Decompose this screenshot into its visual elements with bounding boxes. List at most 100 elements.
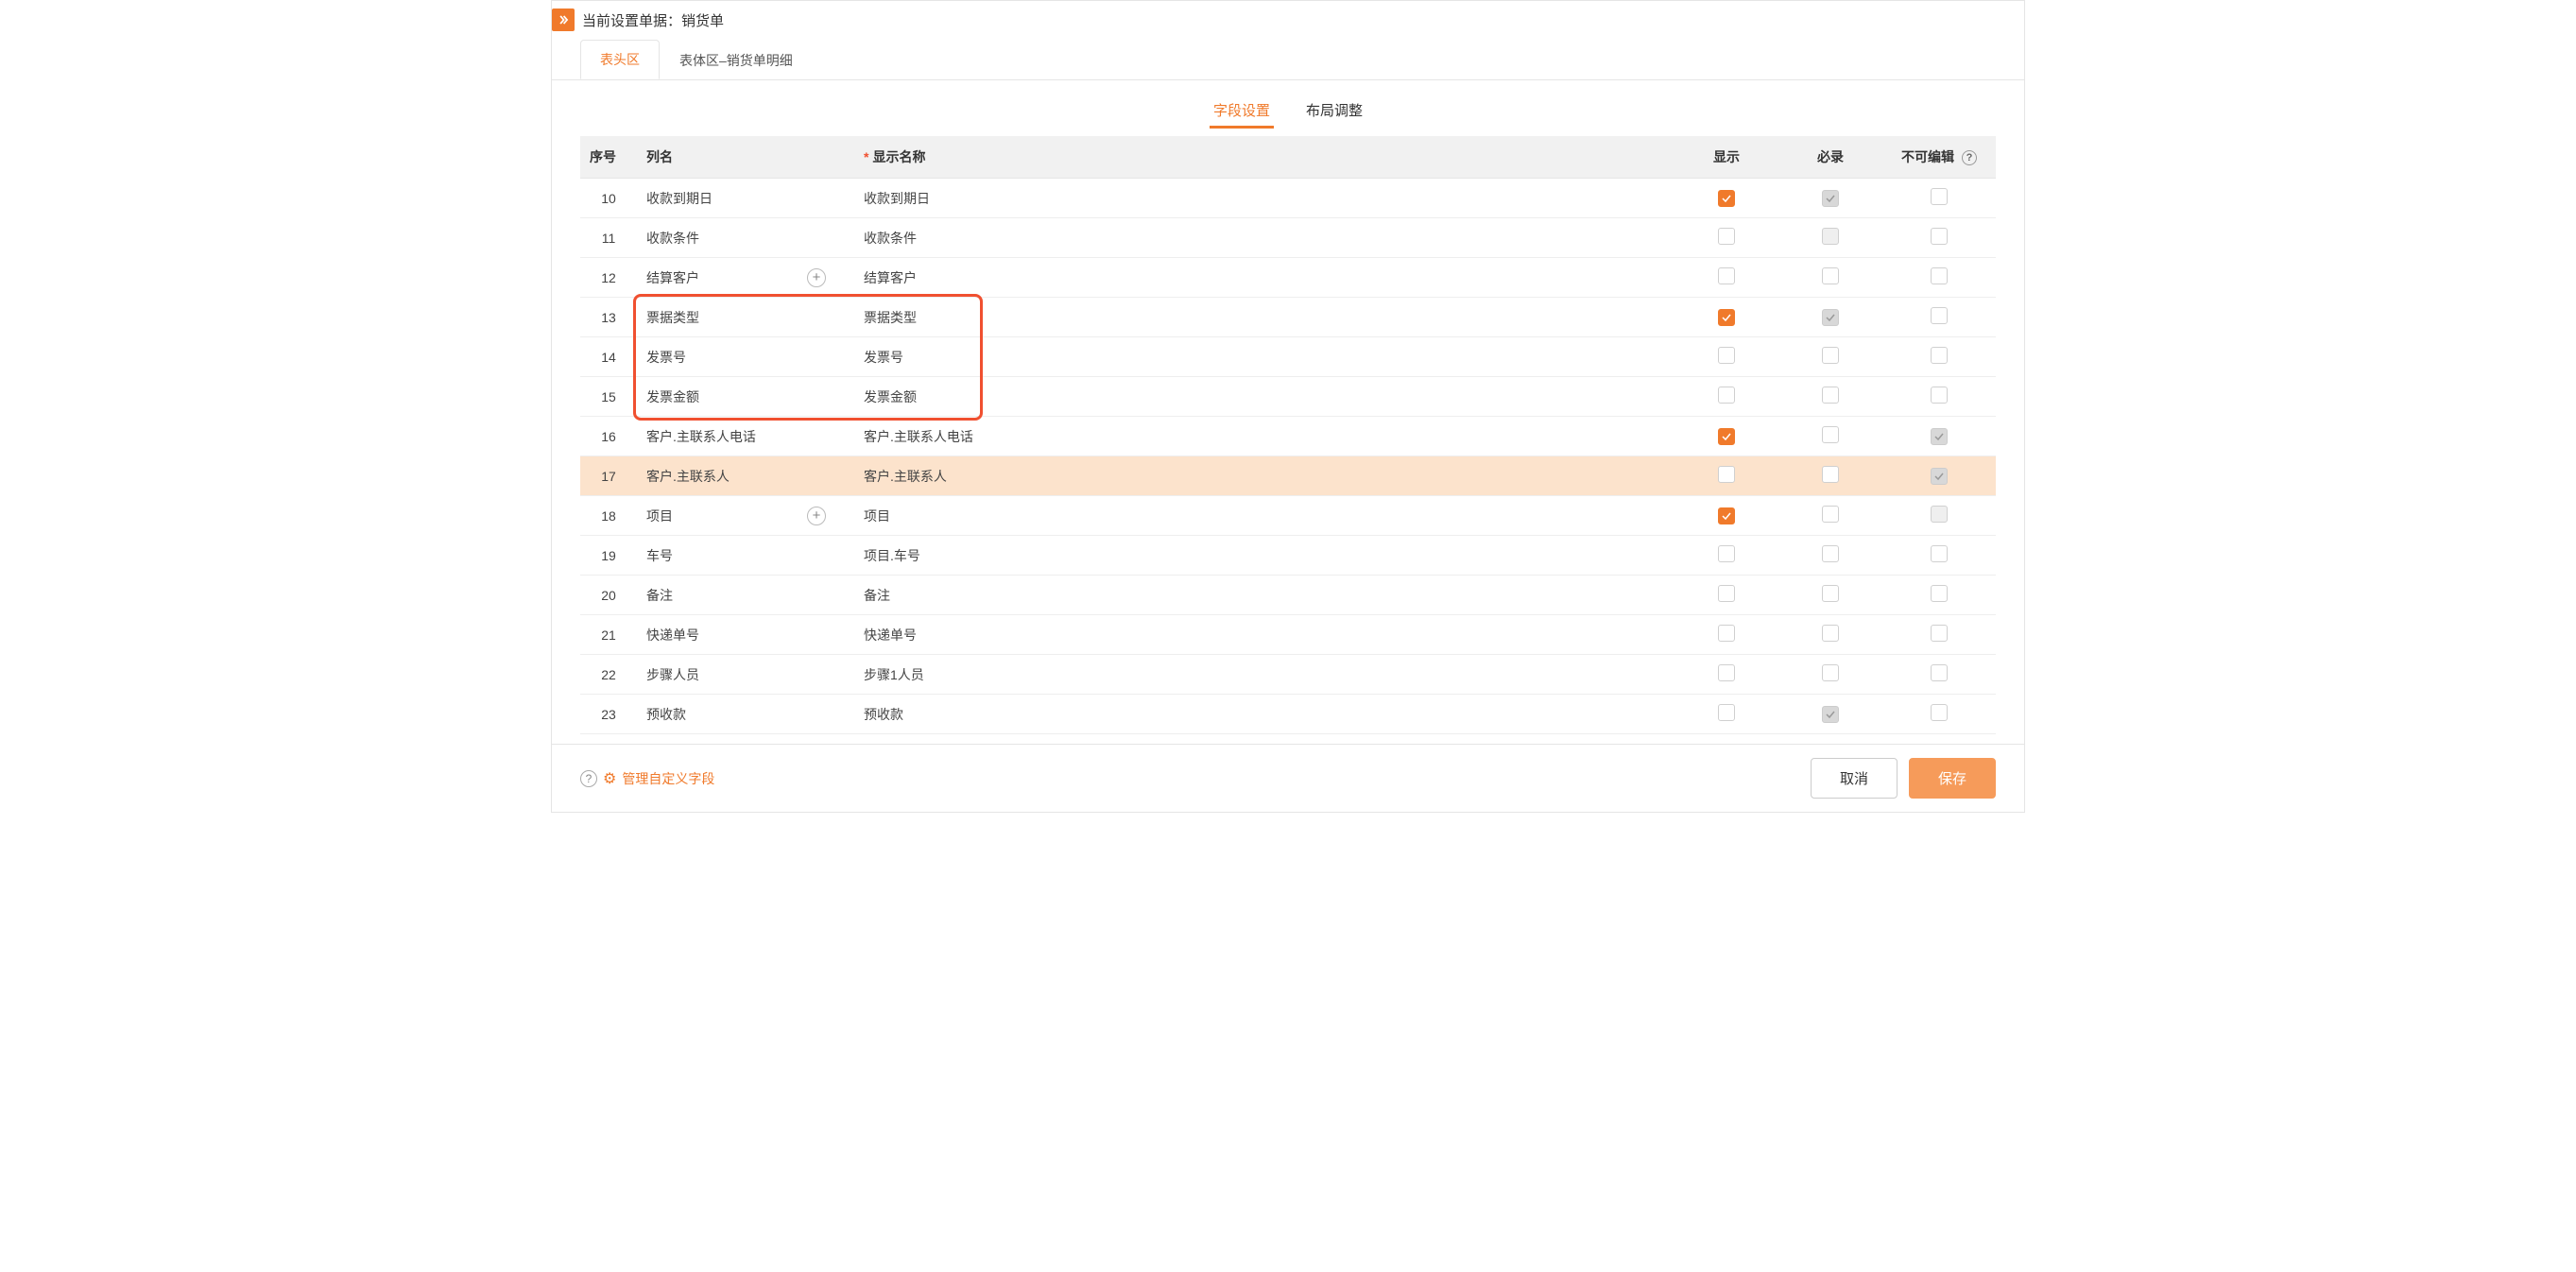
display-name-cell[interactable]: 客户.主联系人电话 bbox=[854, 417, 1674, 456]
show-checkbox[interactable] bbox=[1718, 267, 1735, 284]
tab-0[interactable]: 表头区 bbox=[580, 40, 660, 79]
name-cell: 车号 bbox=[637, 536, 854, 576]
noedit-checkbox[interactable] bbox=[1931, 307, 1948, 324]
required-checkbox bbox=[1822, 228, 1839, 245]
name-cell: 发票号 bbox=[637, 337, 854, 377]
show-checkbox[interactable] bbox=[1718, 309, 1735, 326]
display-name-cell[interactable]: 收款条件 bbox=[854, 218, 1674, 258]
seq-cell: 17 bbox=[580, 456, 637, 496]
show-checkbox[interactable] bbox=[1718, 585, 1735, 602]
table-row: 17客户.主联系人客户.主联系人 bbox=[580, 456, 1996, 496]
required-asterisk: * bbox=[864, 149, 868, 164]
table-row: 23预收款预收款 bbox=[580, 695, 1996, 734]
subtab-0[interactable]: 字段设置 bbox=[1210, 95, 1274, 129]
name-cell: 结算客户+ bbox=[637, 258, 854, 298]
seq-cell: 21 bbox=[580, 615, 637, 655]
col-header-display: *显示名称 bbox=[854, 136, 1674, 179]
show-checkbox[interactable] bbox=[1718, 664, 1735, 681]
save-button[interactable]: 保存 bbox=[1909, 758, 1996, 799]
required-checkbox[interactable] bbox=[1822, 545, 1839, 562]
display-name-cell[interactable]: 项目 bbox=[854, 496, 1674, 536]
seq-cell: 10 bbox=[580, 179, 637, 218]
required-checkbox bbox=[1822, 309, 1839, 326]
required-checkbox[interactable] bbox=[1822, 625, 1839, 642]
required-checkbox[interactable] bbox=[1822, 426, 1839, 443]
name-cell: 收款到期日 bbox=[637, 179, 854, 218]
required-checkbox[interactable] bbox=[1822, 506, 1839, 523]
required-checkbox[interactable] bbox=[1822, 585, 1839, 602]
table-row: 10收款到期日收款到期日 bbox=[580, 179, 1996, 218]
required-checkbox bbox=[1822, 706, 1839, 723]
question-icon[interactable]: ? bbox=[580, 770, 597, 787]
noedit-checkbox[interactable] bbox=[1931, 585, 1948, 602]
show-checkbox[interactable] bbox=[1718, 625, 1735, 642]
required-checkbox[interactable] bbox=[1822, 387, 1839, 404]
name-cell: 客户.主联系人电话 bbox=[637, 417, 854, 456]
noedit-checkbox[interactable] bbox=[1931, 267, 1948, 284]
display-name-cell[interactable]: 预收款 bbox=[854, 695, 1674, 734]
add-icon[interactable]: + bbox=[807, 507, 826, 525]
add-icon[interactable]: + bbox=[807, 268, 826, 287]
field-settings-table: 序号 列名 *显示名称 显示 必录 不可编辑 ? 10收款到期日收款到期日11收… bbox=[580, 136, 1996, 734]
header-text: 当前设置单据：销货单 bbox=[582, 10, 724, 30]
noedit-checkbox[interactable] bbox=[1931, 188, 1948, 205]
name-cell: 收款条件 bbox=[637, 218, 854, 258]
header-bar: 当前设置单据：销货单 bbox=[552, 1, 2024, 39]
display-name-cell[interactable]: 票据类型 bbox=[854, 298, 1674, 337]
seq-cell: 22 bbox=[580, 655, 637, 695]
manage-custom-fields-link[interactable]: 管理自定义字段 bbox=[622, 769, 714, 788]
required-checkbox[interactable] bbox=[1822, 267, 1839, 284]
name-cell: 快递单号 bbox=[637, 615, 854, 655]
show-checkbox[interactable] bbox=[1718, 387, 1735, 404]
show-checkbox[interactable] bbox=[1718, 507, 1735, 524]
required-checkbox[interactable] bbox=[1822, 664, 1839, 681]
required-checkbox[interactable] bbox=[1822, 347, 1839, 364]
noedit-checkbox[interactable] bbox=[1931, 545, 1948, 562]
required-checkbox[interactable] bbox=[1822, 466, 1839, 483]
show-checkbox[interactable] bbox=[1718, 428, 1735, 445]
name-cell: 步骤人员 bbox=[637, 655, 854, 695]
display-name-cell[interactable]: 客户.主联系人 bbox=[854, 456, 1674, 496]
gear-icon: ⚙ bbox=[603, 769, 616, 788]
seq-cell: 20 bbox=[580, 576, 637, 615]
table-row: 13票据类型票据类型 bbox=[580, 298, 1996, 337]
noedit-checkbox[interactable] bbox=[1931, 704, 1948, 721]
show-checkbox[interactable] bbox=[1718, 466, 1735, 483]
footer-bar: ? ⚙ 管理自定义字段 取消 保存 bbox=[552, 744, 2024, 812]
display-name-cell[interactable]: 步骤1人员 bbox=[854, 655, 1674, 695]
display-name-cell[interactable]: 项目.车号 bbox=[854, 536, 1674, 576]
seq-cell: 16 bbox=[580, 417, 637, 456]
col-header-name: 列名 bbox=[637, 136, 854, 179]
required-checkbox bbox=[1822, 190, 1839, 207]
cancel-button[interactable]: 取消 bbox=[1811, 758, 1898, 799]
table-row: 11收款条件收款条件 bbox=[580, 218, 1996, 258]
show-checkbox[interactable] bbox=[1718, 704, 1735, 721]
table-row: 14发票号发票号 bbox=[580, 337, 1996, 377]
display-name-cell[interactable]: 备注 bbox=[854, 576, 1674, 615]
display-name-cell[interactable]: 发票号 bbox=[854, 337, 1674, 377]
display-name-cell[interactable]: 收款到期日 bbox=[854, 179, 1674, 218]
expand-panel-button[interactable] bbox=[552, 9, 575, 31]
noedit-checkbox[interactable] bbox=[1931, 387, 1948, 404]
noedit-checkbox bbox=[1931, 506, 1948, 523]
show-checkbox[interactable] bbox=[1718, 545, 1735, 562]
name-cell: 预收款 bbox=[637, 695, 854, 734]
show-checkbox[interactable] bbox=[1718, 228, 1735, 245]
noedit-checkbox[interactable] bbox=[1931, 228, 1948, 245]
show-checkbox[interactable] bbox=[1718, 347, 1735, 364]
noedit-checkbox[interactable] bbox=[1931, 347, 1948, 364]
subtab-1[interactable]: 布局调整 bbox=[1302, 95, 1366, 129]
display-name-cell[interactable]: 结算客户 bbox=[854, 258, 1674, 298]
noedit-checkbox[interactable] bbox=[1931, 625, 1948, 642]
display-name-cell[interactable]: 快递单号 bbox=[854, 615, 1674, 655]
col-header-seq: 序号 bbox=[580, 136, 637, 179]
tab-1[interactable]: 表体区–销货单明细 bbox=[660, 41, 813, 79]
display-name-cell[interactable]: 发票金额 bbox=[854, 377, 1674, 417]
name-cell: 项目+ bbox=[637, 496, 854, 536]
help-icon[interactable]: ? bbox=[1962, 150, 1977, 165]
seq-cell: 13 bbox=[580, 298, 637, 337]
seq-cell: 11 bbox=[580, 218, 637, 258]
noedit-checkbox[interactable] bbox=[1931, 664, 1948, 681]
show-checkbox[interactable] bbox=[1718, 190, 1735, 207]
header-doc-type: 销货单 bbox=[681, 13, 724, 29]
